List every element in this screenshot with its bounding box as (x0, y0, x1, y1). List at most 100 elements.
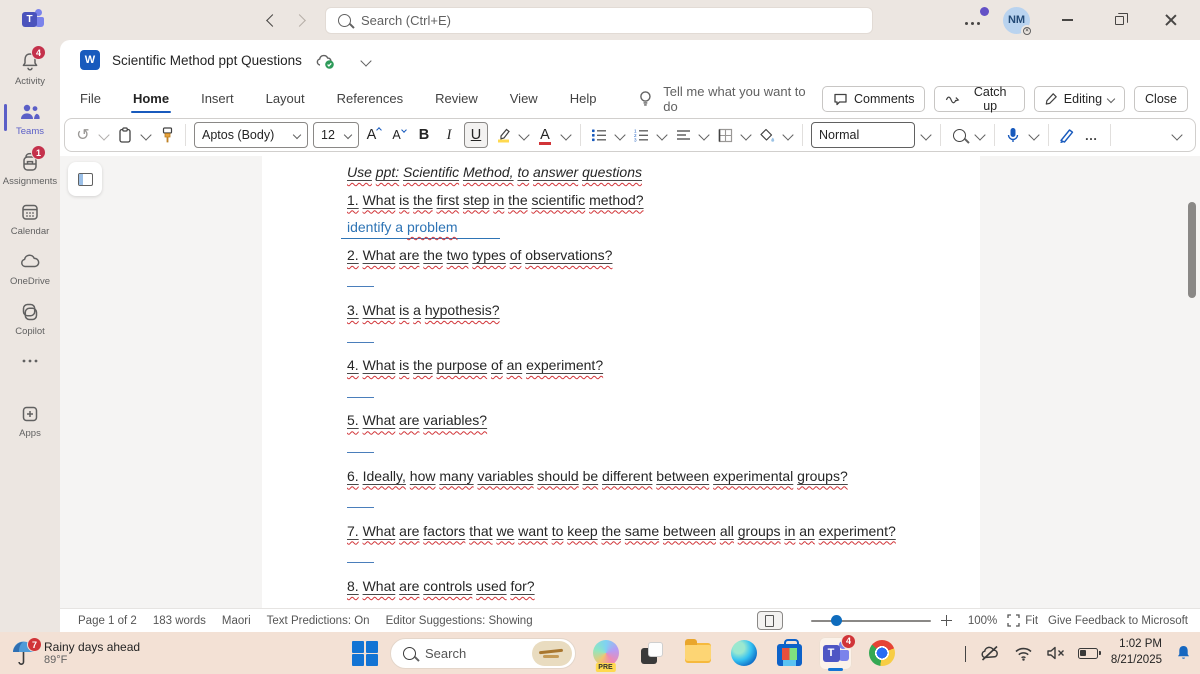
sidebar-item-teams[interactable]: Teams (2, 96, 58, 143)
borders-dropdown[interactable] (740, 122, 752, 148)
align-button[interactable] (673, 122, 693, 148)
sidebar-more-apps-button[interactable] (2, 346, 58, 376)
word-count[interactable]: 183 words (153, 615, 206, 627)
notification-bell-icon[interactable] (1175, 644, 1192, 662)
grow-font-button[interactable]: A (364, 122, 384, 148)
forward-button[interactable] (293, 13, 306, 28)
menu-home[interactable]: Home (117, 80, 185, 117)
sidebar-item-calendar[interactable]: Calendar (2, 196, 58, 243)
taskbar-teams[interactable]: T 4 (819, 633, 856, 671)
ribbon-collapse-chevron[interactable] (1167, 122, 1187, 148)
sidebar-item-assignments[interactable]: 1 Assignments (2, 145, 58, 193)
start-button[interactable] (352, 640, 378, 666)
tell-me-search[interactable]: Tell me what you want to do (638, 84, 822, 114)
close-document-button[interactable]: Close (1134, 85, 1188, 112)
undo-button[interactable]: ↺ (73, 122, 93, 148)
page-indicator[interactable]: Page 1 of 2 (78, 615, 137, 627)
menu-help[interactable]: Help (554, 80, 613, 117)
back-button[interactable] (266, 13, 279, 28)
shading-button[interactable] (757, 122, 777, 148)
numbering-button[interactable]: 123 (631, 122, 651, 148)
catch-up-button[interactable]: Catch up (934, 85, 1025, 113)
align-dropdown[interactable] (698, 122, 710, 148)
sidebar-item-apps[interactable]: Apps (2, 398, 58, 445)
teams-search-input[interactable]: Search (Ctrl+E) (325, 7, 873, 34)
tray-expand-chevron[interactable] (964, 645, 966, 662)
proofing-language[interactable]: Maori (222, 615, 251, 627)
sidebar-item-activity[interactable]: 4 Activity (2, 45, 58, 93)
dictate-button[interactable] (1003, 122, 1023, 148)
sidebar-item-onedrive[interactable]: OneDrive (2, 246, 58, 293)
comments-button[interactable]: Comments (822, 85, 926, 112)
taskbar-chrome[interactable] (865, 637, 898, 670)
taskbar-file-explorer[interactable] (681, 637, 714, 670)
undo-dropdown[interactable] (98, 122, 110, 148)
minimize-button[interactable] (1052, 5, 1082, 35)
underline-button[interactable]: U (464, 122, 488, 148)
page-view-button[interactable] (756, 611, 783, 630)
zoom-slider[interactable] (810, 615, 931, 626)
document-page[interactable]: Use ppt: Scientific Method, to answer qu… (262, 156, 980, 608)
menu-insert[interactable]: Insert (185, 80, 250, 117)
fit-button[interactable]: Fit (1025, 615, 1038, 627)
find-dropdown[interactable] (974, 122, 986, 148)
highlight-button[interactable] (493, 122, 513, 148)
zoom-in-button[interactable] (940, 615, 952, 626)
avatar[interactable]: NM × (1003, 6, 1033, 37)
highlight-dropdown[interactable] (518, 122, 530, 148)
italic-button[interactable]: I (439, 122, 459, 148)
format-painter-button[interactable] (157, 122, 177, 148)
ribbon-more-button[interactable]: … (1082, 122, 1102, 148)
vertical-scrollbar[interactable] (1188, 202, 1196, 298)
editing-mode-button[interactable]: Editing (1033, 85, 1126, 112)
menu-review[interactable]: Review (419, 80, 494, 117)
feedback-link[interactable]: Give Feedback to Microsoft (1048, 615, 1188, 627)
taskbar-search-label: Search (425, 645, 467, 661)
font-size-select[interactable]: 12 (313, 122, 359, 148)
onedrive-paused-icon[interactable] (979, 644, 1001, 662)
shrink-font-button[interactable]: A (389, 122, 409, 148)
taskbar-task-view[interactable] (635, 637, 668, 670)
paste-dropdown[interactable] (140, 122, 152, 148)
dictate-dropdown[interactable] (1028, 122, 1040, 148)
zoom-level[interactable]: 100% (968, 615, 997, 627)
more-options-button[interactable] (963, 7, 989, 29)
editor-button[interactable] (1057, 122, 1077, 148)
taskbar-clock[interactable]: 1:02 PM 8/21/2025 (1111, 637, 1162, 668)
volume-muted-icon[interactable] (1046, 646, 1065, 660)
shading-dropdown[interactable] (782, 122, 794, 148)
cloud-icon (21, 254, 40, 268)
weather-widget[interactable]: 7 Rainy days ahead 89°F (10, 632, 140, 674)
title-dropdown-chevron[interactable] (360, 53, 372, 68)
navigation-pane-toggle[interactable] (68, 162, 102, 196)
document-title[interactable]: Scientific Method ppt Questions (112, 53, 302, 68)
numbering-dropdown[interactable] (656, 122, 668, 148)
taskbar-copilot[interactable]: PRE (589, 637, 622, 672)
font-color-button[interactable]: A (535, 122, 555, 148)
menu-view[interactable]: View (494, 80, 554, 117)
style-select[interactable]: Normal (811, 122, 915, 148)
bullets-dropdown[interactable] (614, 122, 626, 148)
paste-button[interactable] (115, 122, 135, 148)
taskbar-store[interactable] (773, 637, 806, 670)
sidebar-item-copilot[interactable]: Copilot (2, 296, 58, 343)
menu-references[interactable]: References (321, 80, 419, 117)
restore-button[interactable] (1104, 5, 1134, 35)
battery-icon[interactable] (1077, 647, 1101, 659)
close-window-button[interactable] (1156, 5, 1186, 35)
zoom-slider-thumb[interactable] (830, 615, 842, 626)
font-color-dropdown[interactable] (560, 122, 572, 148)
bold-button[interactable]: B (414, 122, 434, 148)
taskbar-edge[interactable] (727, 637, 760, 670)
menu-layout[interactable]: Layout (250, 80, 321, 117)
font-name-select[interactable]: Aptos (Body) (194, 122, 308, 148)
find-button[interactable] (949, 122, 969, 148)
style-dropdown[interactable] (920, 122, 932, 148)
borders-button[interactable] (715, 122, 735, 148)
wifi-icon[interactable] (1014, 646, 1033, 661)
menu-file[interactable]: File (80, 80, 117, 117)
text-predictions[interactable]: Text Predictions: On (267, 615, 370, 627)
bullets-button[interactable] (589, 122, 609, 148)
taskbar-search[interactable]: Search (390, 637, 576, 669)
editor-suggestions[interactable]: Editor Suggestions: Showing (386, 615, 533, 627)
